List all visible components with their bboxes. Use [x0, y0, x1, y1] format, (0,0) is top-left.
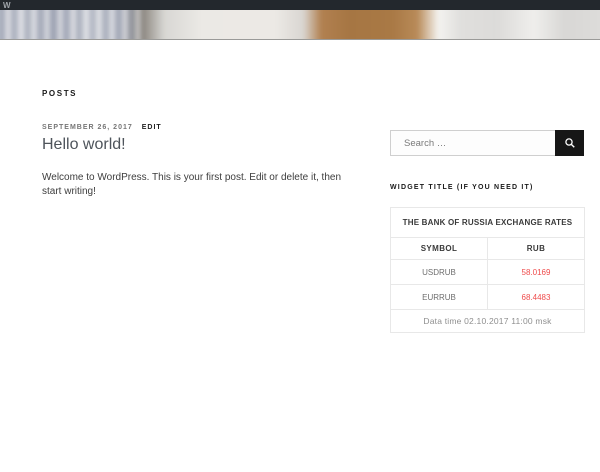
post-meta: SEPTEMBER 26, 2017 EDIT — [42, 124, 162, 131]
rate-value: 58.0169 — [487, 260, 584, 284]
rates-table-footer: Data time 02.10.2017 11:00 msk — [391, 309, 584, 332]
search-icon — [564, 137, 576, 149]
site-header-image — [0, 10, 600, 40]
posts-section-heading: POSTS — [42, 89, 78, 98]
rates-table-title: THE BANK OF RUSSIA EXCHANGE RATES — [402, 218, 573, 227]
rates-table-header-row: SYMBOL RUB — [391, 237, 584, 259]
table-row: EURRUB 68.4483 — [391, 284, 584, 309]
column-header-symbol: SYMBOL — [420, 244, 458, 253]
wp-admin-bar: W — [0, 0, 600, 10]
post-date: SEPTEMBER 26, 2017 — [42, 124, 133, 131]
exchange-rates-table: THE BANK OF RUSSIA EXCHANGE RATES SYMBOL… — [390, 207, 585, 333]
post-body-text: Welcome to WordPress. This is your first… — [42, 172, 342, 197]
widget-title: WIDGET TITLE (IF YOU NEED IT) — [390, 184, 534, 191]
search-button[interactable] — [555, 130, 584, 156]
wordpress-logo-icon[interactable]: W — [3, 1, 11, 10]
column-header-rub: RUB — [487, 238, 584, 259]
table-row: USDRUB 58.0169 — [391, 259, 584, 284]
post-title-link[interactable]: Hello world! — [42, 136, 126, 154]
post-edit-link[interactable]: EDIT — [142, 124, 162, 131]
rate-symbol: EURRUB — [422, 292, 456, 302]
search-form — [390, 130, 584, 156]
rate-value: 68.4483 — [487, 285, 584, 309]
header-photo-blinds — [0, 10, 142, 39]
rate-symbol: USDRUB — [422, 267, 456, 277]
search-input[interactable] — [391, 131, 555, 155]
